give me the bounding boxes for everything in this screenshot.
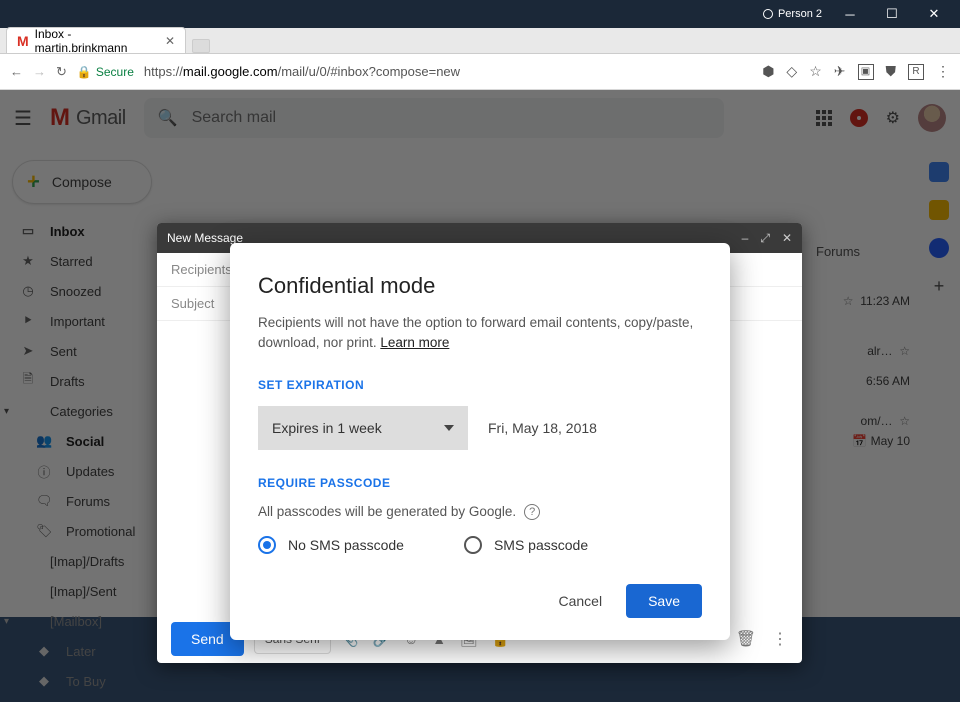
window-titlebar: Person 2 ─ ☐ ✕ <box>0 0 960 28</box>
confidential-mode-dialog: Confidential mode Recipients will not ha… <box>230 243 730 640</box>
extension-icon[interactable]: R <box>908 64 924 80</box>
extension-icon[interactable]: ⬢ <box>762 63 774 80</box>
lock-icon: 🔒 <box>77 65 92 79</box>
label-icon: ◆ <box>36 673 52 689</box>
address-bar[interactable]: https://mail.google.com/mail/u/0/#inbox?… <box>144 64 752 79</box>
extension-icon[interactable]: ✈ <box>834 63 846 80</box>
back-button[interactable]: ← <box>10 64 23 80</box>
tab-title: Inbox - martin.brinkmann <box>35 27 159 55</box>
new-tab-button[interactable] <box>192 39 210 53</box>
browser-toolbar: ← → ↻ 🔒 Secure https://mail.google.com/m… <box>0 54 960 90</box>
profile-indicator[interactable]: Person 2 <box>763 8 822 20</box>
compose-close-icon[interactable]: ✕ <box>782 231 792 246</box>
chevron-down-icon <box>444 425 454 431</box>
dialog-title: Confidential mode <box>258 273 702 299</box>
radio-no-sms[interactable]: No SMS passcode <box>258 536 404 554</box>
nav-to-buy[interactable]: ◆To Buy <box>0 666 210 696</box>
radio-icon <box>464 536 482 554</box>
require-passcode-label: REQUIRE PASSCODE <box>258 476 702 490</box>
cancel-button[interactable]: Cancel <box>548 585 612 617</box>
secure-label: Secure <box>96 65 134 79</box>
gmail-app: ☰ M Gmail 🔍 Search mail ⚙ + Compose ▭Inb… <box>0 90 960 617</box>
expiration-value: Expires in 1 week <box>272 420 382 436</box>
compose-title: New Message <box>167 231 243 245</box>
bookmark-star-icon[interactable]: ☆ <box>809 63 822 80</box>
set-expiration-label: SET EXPIRATION <box>258 378 702 392</box>
browser-tab-bar: M Inbox - martin.brinkmann ✕ <box>0 28 960 54</box>
radio-sms[interactable]: SMS passcode <box>464 536 588 554</box>
help-icon[interactable]: ? <box>524 504 540 520</box>
dialog-description: Recipients will not have the option to f… <box>258 313 702 354</box>
learn-more-link[interactable]: Learn more <box>380 335 449 350</box>
expiration-date: Fri, May 18, 2018 <box>488 420 597 436</box>
window-minimize-button[interactable]: ─ <box>830 1 870 27</box>
person-icon <box>763 9 773 19</box>
reload-button[interactable]: ↻ <box>56 64 67 80</box>
discard-icon[interactable]: 🗑 <box>736 629 756 649</box>
chevron-down-icon: ▾ <box>4 616 9 627</box>
gmail-favicon: M <box>17 33 29 49</box>
extension-icon[interactable]: ◇ <box>786 63 797 80</box>
browser-tab[interactable]: M Inbox - martin.brinkmann ✕ <box>6 27 186 53</box>
compose-minimize-icon[interactable]: – <box>742 231 749 246</box>
window-maximize-button[interactable]: ☐ <box>872 1 912 27</box>
radio-icon <box>258 536 276 554</box>
person-label: Person 2 <box>778 8 822 20</box>
chrome-menu-icon[interactable]: ⋮ <box>936 63 950 80</box>
more-options-icon[interactable]: ⋮ <box>772 629 788 649</box>
compose-expand-icon[interactable]: ⤢ <box>760 231 770 246</box>
window-close-button[interactable]: ✕ <box>914 1 954 27</box>
tab-close-icon[interactable]: ✕ <box>165 34 175 48</box>
secure-indicator[interactable]: 🔒 Secure <box>77 65 134 79</box>
save-button[interactable]: Save <box>626 584 702 618</box>
passcode-subtitle: All passcodes will be generated by Googl… <box>258 504 516 519</box>
forward-button: → <box>33 64 46 80</box>
label-icon: ◆ <box>36 643 52 659</box>
extension-icon[interactable]: ⛊ <box>886 63 897 80</box>
extension-icon[interactable]: ▣ <box>858 64 874 80</box>
expiration-select[interactable]: Expires in 1 week <box>258 406 468 450</box>
